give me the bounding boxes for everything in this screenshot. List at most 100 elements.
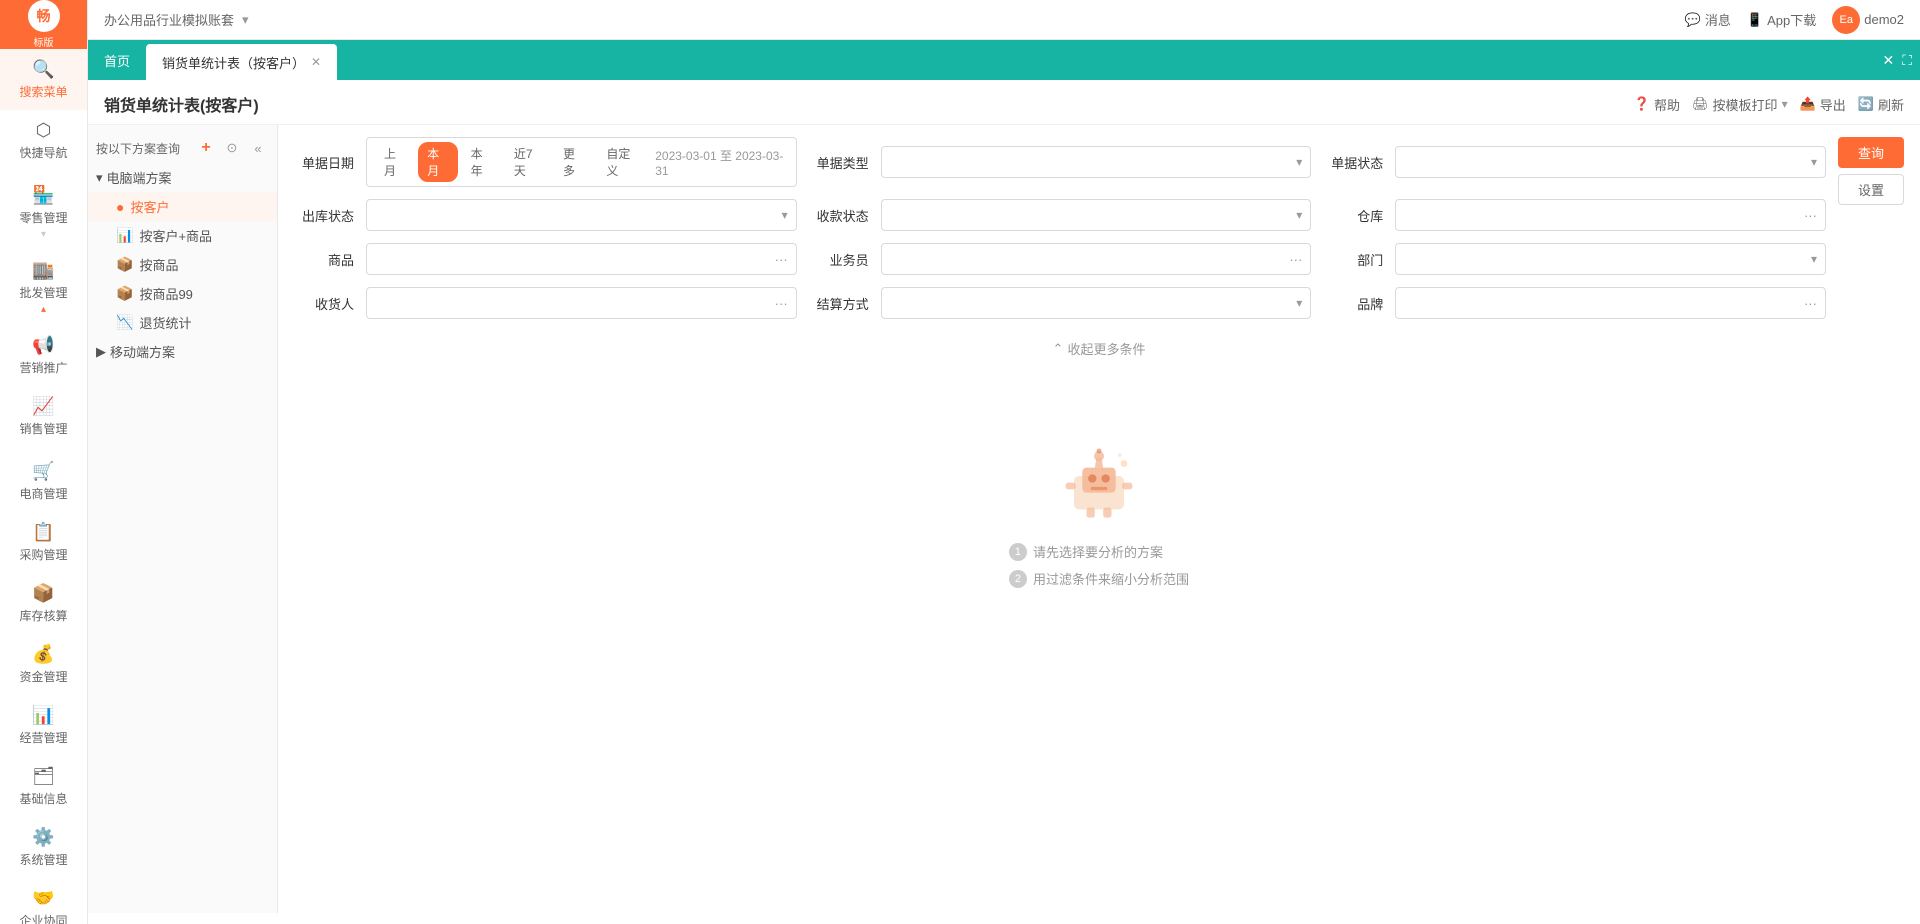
- goods-input[interactable]: ···: [366, 243, 797, 275]
- scheme-group-mobile-header[interactable]: ▶ 移动端方案: [88, 337, 277, 366]
- sidebar-item-operations[interactable]: 📊 经营管理: [0, 695, 88, 756]
- content-area: 按以下方案查询 + ⊙ « ▾ 电脑端方案 ● 按客户: [88, 125, 1920, 913]
- collapse-up-icon: ⌃: [1053, 341, 1064, 357]
- date-label: 单据日期: [294, 153, 354, 172]
- warehouse-input[interactable]: ···: [1395, 199, 1826, 231]
- collapse-panel-btn[interactable]: «: [247, 137, 269, 159]
- receive-status-select[interactable]: ▾: [881, 199, 1312, 231]
- payment-chevron-icon: ▾: [1296, 296, 1302, 310]
- topbar-dropdown-icon[interactable]: ▾: [242, 12, 249, 28]
- warehouse-label: 仓库: [1323, 206, 1383, 225]
- doc-type-select[interactable]: ▾: [881, 146, 1312, 178]
- help-icon: ❓: [1634, 96, 1650, 112]
- nav-icon: ⬡: [36, 120, 52, 141]
- receiver-input[interactable]: ···: [366, 287, 797, 319]
- print-chevron-icon: ▾: [1782, 97, 1788, 111]
- print-btn[interactable]: 🖨 按模板打印 ▾: [1692, 95, 1788, 114]
- tabbar: 首页 销货单统计表（按客户） ✕ ✕ ⛶: [88, 40, 1920, 80]
- sidebar-item-cooperation[interactable]: 🤝 企业协同: [0, 878, 88, 924]
- date-btn-more[interactable]: 更多: [554, 142, 593, 182]
- tab-home[interactable]: 首页: [88, 40, 146, 80]
- hint-num-2: 2: [1009, 570, 1027, 588]
- receiver-more-icon[interactable]: ···: [775, 296, 788, 311]
- date-btn-custom[interactable]: 自定义: [597, 142, 647, 182]
- add-scheme-btn[interactable]: +: [195, 137, 217, 159]
- refresh-btn[interactable]: 🔄 刷新: [1858, 95, 1904, 114]
- help-btn[interactable]: ❓ 帮助: [1634, 95, 1680, 114]
- tab-sales-stat[interactable]: 销货单统计表（按客户） ✕: [146, 44, 337, 80]
- settings-button[interactable]: 设置: [1838, 174, 1904, 205]
- main-area: 办公用品行业模拟账套 ▾ 💬 消息 📱 App下载 Ea demo2 首页: [88, 0, 1920, 924]
- sidebar: 畅 标版 🔍 搜索菜单 ⬡ 快捷导航 🏪 零售管理 ▾ 🏬 批发管理 ▴ 📢 营…: [0, 0, 88, 924]
- filter-row-goods: 商品 ··· 业务员 ··· 部门: [294, 243, 1826, 275]
- export-btn[interactable]: 📤 导出: [1800, 95, 1846, 114]
- goods-icon: 📦: [116, 256, 133, 273]
- goods-label: 商品: [294, 250, 354, 269]
- staff-label: 业务员: [809, 250, 869, 269]
- settings-scheme-btn[interactable]: ⊙: [221, 137, 243, 159]
- topbar-right: 💬 消息 📱 App下载 Ea demo2: [1685, 6, 1904, 34]
- wholesale-icon: 🏬: [32, 260, 54, 281]
- query-button[interactable]: 查询: [1838, 137, 1904, 168]
- action-buttons: 查询 设置: [1838, 137, 1904, 331]
- payment-select[interactable]: ▾: [881, 287, 1312, 319]
- sidebar-item-sales[interactable]: 📈 销售管理: [0, 386, 88, 447]
- basics-icon: 🗂: [32, 766, 55, 787]
- scheme-item-customer-goods[interactable]: 📊 按客户+商品: [88, 221, 277, 250]
- date-btn-this-month[interactable]: 本月: [418, 142, 457, 182]
- goods-more-icon[interactable]: ···: [775, 252, 788, 267]
- brand-more-icon[interactable]: ···: [1804, 296, 1817, 311]
- scheme-item-by-customer[interactable]: ● 按客户: [88, 192, 277, 221]
- doc-status-select[interactable]: ▾: [1395, 146, 1826, 178]
- goods99-icon: 📦: [116, 285, 133, 302]
- sidebar-item-search[interactable]: 🔍 搜索菜单: [0, 49, 88, 110]
- date-btn-last-month[interactable]: 上月: [375, 142, 414, 182]
- brand-label: 品牌: [1323, 294, 1383, 313]
- close-window-icon[interactable]: ✕: [1882, 52, 1894, 69]
- system-icon: ⚙️: [32, 827, 54, 848]
- maximize-icon[interactable]: ⛶: [1902, 52, 1912, 69]
- search-icon: 🔍: [32, 59, 54, 80]
- sidebar-item-inventory[interactable]: 📦 库存核算: [0, 573, 88, 634]
- staff-more-icon[interactable]: ···: [1289, 252, 1302, 267]
- date-btn-this-year[interactable]: 本年: [462, 142, 501, 182]
- tab-close-icon[interactable]: ✕: [311, 55, 321, 69]
- date-filter-container[interactable]: 上月 本月 本年 近7天 更多 自定义 2023-03-01 至 2023-03…: [366, 137, 797, 187]
- sidebar-item-basics[interactable]: 🗂 基础信息: [0, 756, 88, 817]
- staff-input[interactable]: ···: [881, 243, 1312, 275]
- sidebar-item-system[interactable]: ⚙️ 系统管理: [0, 817, 88, 878]
- sidebar-item-quicknav[interactable]: ⬡ 快捷导航: [0, 110, 88, 171]
- app-download-btn[interactable]: 📱 App下载: [1747, 10, 1816, 29]
- out-status-select[interactable]: ▾: [366, 199, 797, 231]
- sidebar-item-ecommerce[interactable]: 🛒 电商管理: [0, 451, 88, 512]
- date-btn-7days[interactable]: 近7天: [505, 142, 550, 182]
- sidebar-item-finance[interactable]: 💰 资金管理: [0, 634, 88, 695]
- purchase-icon: 📋: [32, 522, 54, 543]
- sidebar-item-wholesale[interactable]: 🏬 批发管理 ▴: [0, 250, 88, 325]
- empty-hint-1: 1 请先选择要分析的方案: [1009, 542, 1189, 561]
- scheme-item-returns[interactable]: 📉 退货统计: [88, 308, 277, 337]
- sidebar-item-purchase[interactable]: 📋 采购管理: [0, 512, 88, 573]
- sidebar-item-retail[interactable]: 🏪 零售管理 ▾: [0, 175, 88, 250]
- message-btn[interactable]: 💬 消息: [1685, 10, 1731, 29]
- inventory-icon: 📦: [32, 583, 54, 604]
- user-profile[interactable]: Ea demo2: [1832, 6, 1904, 34]
- collapse-bar[interactable]: ⌃ 收起更多条件: [294, 331, 1904, 366]
- print-icon: 🖨: [1692, 96, 1709, 112]
- sidebar-logo[interactable]: 畅 标版: [0, 0, 88, 49]
- dept-select[interactable]: ▾: [1395, 243, 1826, 275]
- scheme-item-by-goods[interactable]: 📦 按商品: [88, 250, 277, 279]
- sales-icon: 📈: [32, 396, 54, 417]
- empty-text: 1 请先选择要分析的方案 2 用过滤条件来缩小分析范围: [1009, 542, 1189, 596]
- brand-input[interactable]: ···: [1395, 287, 1826, 319]
- sidebar-item-marketing[interactable]: 📢 营销推广: [0, 325, 88, 386]
- doc-status-chevron-icon: ▾: [1811, 155, 1817, 169]
- filter-row-receiver: 收货人 ··· 结算方式 ▾ 品牌: [294, 287, 1826, 319]
- customer-goods-icon: 📊: [116, 227, 133, 244]
- logo-text: 标版: [34, 34, 54, 49]
- scheme-group-pc-header[interactable]: ▾ 电脑端方案: [88, 163, 277, 192]
- warehouse-more-icon[interactable]: ···: [1804, 208, 1817, 223]
- scheme-item-goods99[interactable]: 📦 按商品99: [88, 279, 277, 308]
- export-icon: 📤: [1800, 96, 1816, 112]
- date-btns: 上月 本月 本年 近7天 更多 自定义: [375, 142, 647, 182]
